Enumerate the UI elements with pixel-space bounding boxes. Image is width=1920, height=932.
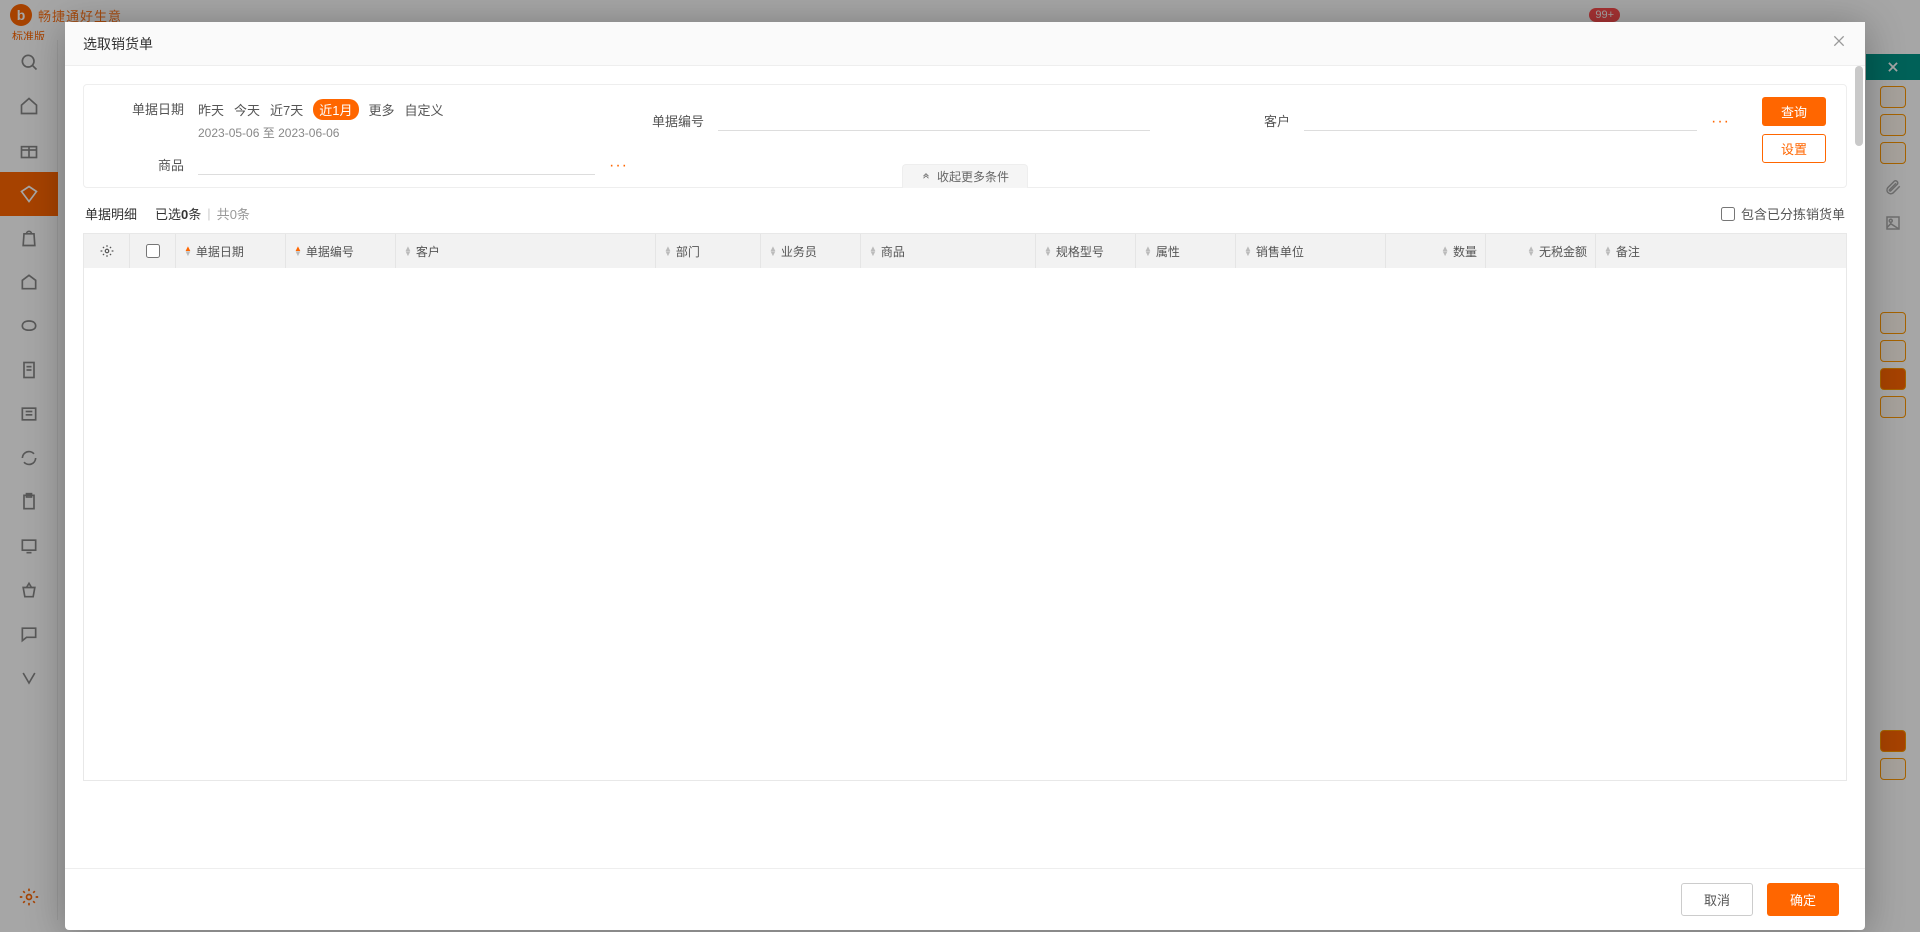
select-all-checkbox[interactable] bbox=[130, 234, 176, 268]
date-from: 2023-05-06 bbox=[198, 126, 259, 140]
settings-button[interactable]: 设置 bbox=[1762, 134, 1826, 163]
count-separator: | bbox=[207, 206, 210, 221]
include-split-checkbox[interactable] bbox=[1721, 207, 1735, 221]
date-range-pills: 昨天 今天 近7天 近1月 更多 自定义 bbox=[198, 99, 444, 120]
filter-code-input[interactable] bbox=[718, 109, 1150, 131]
col-date[interactable]: ▲▼单据日期 bbox=[176, 234, 286, 268]
date-range-yesterday[interactable]: 昨天 bbox=[198, 100, 224, 119]
filter-customer-input[interactable] bbox=[1304, 109, 1697, 131]
modal-vertical-scrollbar[interactable] bbox=[1855, 66, 1863, 868]
filter-code-label: 单据编号 bbox=[624, 111, 704, 130]
col-amount[interactable]: ▲▼无税金额 bbox=[1486, 234, 1596, 268]
collapse-conditions-button[interactable]: 收起更多条件 bbox=[902, 164, 1028, 188]
include-split-label: 包含已分拣销货单 bbox=[1741, 204, 1845, 223]
col-customer[interactable]: ▲▼客户 bbox=[396, 234, 656, 268]
date-range-7d[interactable]: 近7天 bbox=[270, 100, 303, 119]
cancel-button[interactable]: 取消 bbox=[1681, 883, 1753, 916]
total-count: 共0条 bbox=[217, 204, 250, 223]
col-salesperson[interactable]: ▲▼业务员 bbox=[761, 234, 861, 268]
query-button[interactable]: 查询 bbox=[1762, 97, 1826, 126]
table-body-empty bbox=[84, 268, 1846, 780]
modal-close-button[interactable] bbox=[1831, 33, 1847, 54]
col-unit[interactable]: ▲▼销售单位 bbox=[1236, 234, 1386, 268]
filter-date-label: 单据日期 bbox=[104, 99, 184, 118]
date-range-today[interactable]: 今天 bbox=[234, 100, 260, 119]
date-range-more[interactable]: 更多 bbox=[369, 100, 395, 119]
filter-customer-label: 客户 bbox=[1210, 111, 1290, 130]
table-horizontal-scrollbar[interactable] bbox=[83, 781, 1847, 799]
select-sales-order-modal: 选取销货单 单据日期 昨天 今天 近7天 近1月 更多 bbox=[65, 22, 1865, 930]
filter-product-input[interactable] bbox=[198, 153, 595, 175]
collapse-label: 收起更多条件 bbox=[937, 168, 1009, 185]
filter-panel: 单据日期 昨天 今天 近7天 近1月 更多 自定义 2023-05-06 至 bbox=[83, 84, 1847, 188]
detail-table: ▲▼单据日期 ▲▼单据编号 ▲▼客户 ▲▼部门 ▲▼业务员 ▲▼商品 ▲▼规格型… bbox=[83, 233, 1847, 781]
date-range-1m[interactable]: 近1月 bbox=[313, 99, 358, 120]
col-attr[interactable]: ▲▼属性 bbox=[1136, 234, 1236, 268]
chevron-up-icon bbox=[921, 172, 931, 182]
date-range-value: 2023-05-06 至 2023-06-06 bbox=[198, 124, 444, 141]
date-to: 2023-06-06 bbox=[278, 126, 339, 140]
customer-picker-icon[interactable]: ··· bbox=[1705, 113, 1736, 131]
date-range-custom[interactable]: 自定义 bbox=[405, 100, 444, 119]
detail-title: 单据明细 bbox=[85, 204, 137, 223]
col-product[interactable]: ▲▼商品 bbox=[861, 234, 1036, 268]
date-sep: 至 bbox=[263, 126, 275, 140]
modal-title: 选取销货单 bbox=[83, 34, 153, 54]
col-dept[interactable]: ▲▼部门 bbox=[656, 234, 761, 268]
col-spec[interactable]: ▲▼规格型号 bbox=[1036, 234, 1136, 268]
product-picker-icon[interactable]: ··· bbox=[603, 157, 634, 175]
column-settings-icon[interactable] bbox=[84, 234, 130, 268]
col-qty[interactable]: ▲▼数量 bbox=[1386, 234, 1486, 268]
col-note[interactable]: ▲▼备注 bbox=[1596, 234, 1846, 268]
filter-product-label: 商品 bbox=[104, 155, 184, 174]
confirm-button[interactable]: 确定 bbox=[1767, 883, 1839, 916]
selected-count: 已选0条 bbox=[155, 204, 201, 223]
col-code[interactable]: ▲▼单据编号 bbox=[286, 234, 396, 268]
